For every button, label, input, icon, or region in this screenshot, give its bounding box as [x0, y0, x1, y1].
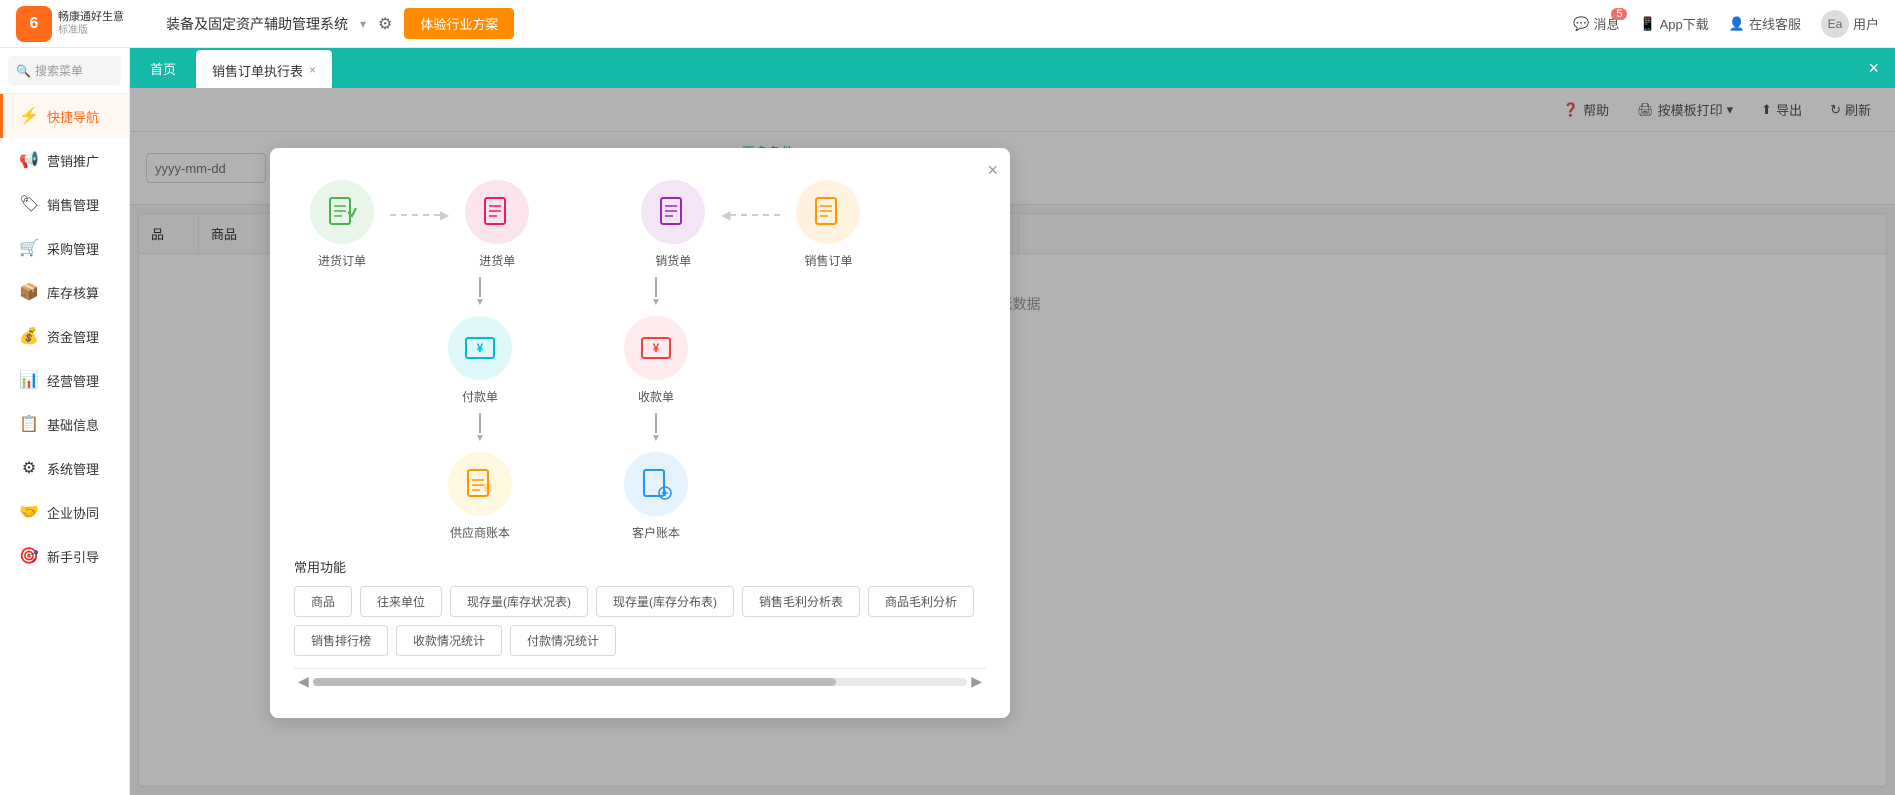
- common-function-button[interactable]: 销售排行榜: [294, 625, 388, 656]
- common-function-button[interactable]: 往来单位: [360, 586, 442, 617]
- common-function-button[interactable]: 商品: [294, 586, 352, 617]
- scroll-thumb: [313, 678, 837, 686]
- arrow-1: ▶: [390, 208, 449, 222]
- sidebar-item-enterprise[interactable]: 🤝 企业协同: [0, 490, 129, 534]
- customer-ledger-circle: [624, 452, 688, 516]
- tab-bar-right: ×: [1868, 58, 1895, 79]
- common-function-button[interactable]: 商品毛利分析: [868, 586, 974, 617]
- purchase-bill-circle: [465, 180, 529, 244]
- flow-arrows-down: ▼ ▼: [294, 277, 986, 308]
- common-function-buttons-2: 销售排行榜收款情况统计付款情况统计: [294, 625, 986, 656]
- payment-bill-node[interactable]: ¥ 付款单: [432, 308, 528, 413]
- sidebar-item-inventory[interactable]: 📦 库存核算: [0, 270, 129, 314]
- scroll-track[interactable]: [313, 678, 967, 686]
- purchase-order-node[interactable]: 进货订单: [294, 172, 390, 277]
- finance-icon: 💰: [19, 326, 39, 346]
- modal-close-button[interactable]: ×: [987, 160, 998, 181]
- search-icon: 🔍: [16, 64, 31, 78]
- flow-row-1: 进货订单 ▶: [294, 172, 986, 277]
- arrow-2: ◀: [721, 208, 780, 222]
- app-icon: 📱: [1639, 16, 1655, 32]
- sales-bill-circle: [641, 180, 705, 244]
- customer-ledger-node[interactable]: 客户账本: [608, 444, 704, 549]
- sidebar-search-area: 🔍 搜索菜单: [0, 48, 129, 94]
- receipt-bill-circle: ¥: [624, 316, 688, 380]
- quick-nav-icon: ⚡: [19, 106, 39, 126]
- inventory-icon: 📦: [19, 282, 39, 302]
- supplier-ledger-node[interactable]: 供应商账本: [432, 444, 528, 549]
- trial-button[interactable]: 体验行业方案: [404, 8, 514, 39]
- sidebar-item-system[interactable]: ⚙ 系统管理: [0, 446, 129, 490]
- flow-modal: × 进货订单: [270, 148, 1010, 718]
- common-function-button[interactable]: 销售毛利分析表: [742, 586, 860, 617]
- message-button[interactable]: 💬 消息 5: [1573, 14, 1619, 33]
- tab-close-button[interactable]: ×: [309, 63, 316, 77]
- purchase-order-circle: [310, 180, 374, 244]
- operation-icon: 📊: [19, 370, 39, 390]
- tab-sales-order[interactable]: 销售订单执行表 ×: [196, 50, 332, 90]
- dropdown-arrow[interactable]: ▾: [360, 17, 366, 31]
- sidebar-item-finance[interactable]: 💰 资金管理: [0, 314, 129, 358]
- common-function-buttons: 商品往来单位现存量(库存状况表) 现存量(库存分布表) 销售毛利分析表商品毛利分析: [294, 586, 986, 617]
- tab-home[interactable]: 首页: [130, 48, 196, 88]
- close-all-tabs-button[interactable]: ×: [1868, 58, 1879, 78]
- system-icon: ⚙: [19, 458, 39, 478]
- common-function-button[interactable]: 现存量(库存分布表): [596, 586, 734, 617]
- flow-arrows-down-2: ▼ ▼: [294, 413, 986, 444]
- common-function-button[interactable]: 现存量(库存状况表): [450, 586, 588, 617]
- common-function-button[interactable]: 收款情况统计: [396, 625, 502, 656]
- user-avatar: Ea: [1821, 10, 1849, 38]
- payment-bill-circle: ¥: [448, 316, 512, 380]
- supplier-ledger-circle: [448, 452, 512, 516]
- sidebar-item-newbie[interactable]: 🎯 新手引导: [0, 534, 129, 578]
- svg-text:¥: ¥: [653, 341, 660, 355]
- system-title: 装备及固定资产辅助管理系统: [166, 14, 348, 34]
- sidebar-item-purchase[interactable]: 🛒 采购管理: [0, 226, 129, 270]
- user-area[interactable]: Ea 用户: [1821, 10, 1879, 38]
- common-functions: 常用功能 商品往来单位现存量(库存状况表)现存量(库存分布表)销售毛利分析表商品…: [294, 557, 986, 656]
- scroll-left-button[interactable]: ◀: [298, 673, 309, 690]
- scroll-area: ◀ ▶: [294, 668, 986, 694]
- sales-order-circle: [796, 180, 860, 244]
- sales-bill-node[interactable]: 销货单: [625, 172, 721, 277]
- receipt-bill-node[interactable]: ¥ 收款单: [608, 308, 704, 413]
- enterprise-icon: 🤝: [19, 502, 39, 522]
- logo-text: 畅康通好生意 标准版: [58, 10, 124, 37]
- logo-icon: 6: [16, 6, 52, 42]
- search-menu-button[interactable]: 🔍 搜索菜单: [8, 56, 121, 85]
- message-icon: 💬: [1573, 16, 1589, 32]
- sidebar-item-marketing[interactable]: 📢 营销推广: [0, 138, 129, 182]
- service-icon: 👤: [1729, 16, 1745, 32]
- modal-overlay: × 进货订单: [130, 88, 1895, 795]
- online-service-button[interactable]: 👤 在线客服: [1729, 14, 1801, 33]
- sidebar-item-operation[interactable]: 📊 经营管理: [0, 358, 129, 402]
- logo-area: 6 畅康通好生意 标准版: [16, 6, 146, 42]
- sidebar-item-basic[interactable]: 📋 基础信息: [0, 402, 129, 446]
- flow-row-2: ¥ 付款单 ¥ 收款单: [294, 308, 986, 413]
- sales-order-node[interactable]: 销售订单: [780, 172, 876, 277]
- marketing-icon: 📢: [19, 150, 39, 170]
- purchase-icon: 🛒: [19, 238, 39, 258]
- sidebar-item-quick-nav[interactable]: ⚡ 快捷导航: [0, 94, 129, 138]
- sidebar-nav: ⚡ 快捷导航 📢 营销推广 🏷 销售管理 🛒 采购管理 📦 库存核算: [0, 94, 129, 795]
- common-function-button[interactable]: 付款情况统计: [510, 625, 616, 656]
- app-download-button[interactable]: 📱 App下载: [1639, 14, 1708, 33]
- scroll-right-button[interactable]: ▶: [971, 673, 982, 690]
- sales-icon: 🏷: [19, 194, 39, 214]
- sidebar-item-sales[interactable]: 🏷 销售管理: [0, 182, 129, 226]
- purchase-bill-node[interactable]: 进货单: [449, 172, 545, 277]
- settings-icon[interactable]: ⚙: [378, 14, 392, 34]
- flow-row-3: 供应商账本 客户账本: [294, 444, 986, 549]
- svg-text:¥: ¥: [477, 341, 484, 355]
- flow-diagram: 进货订单 ▶: [294, 172, 986, 549]
- newbie-icon: 🎯: [19, 546, 39, 566]
- basic-icon: 📋: [19, 414, 39, 434]
